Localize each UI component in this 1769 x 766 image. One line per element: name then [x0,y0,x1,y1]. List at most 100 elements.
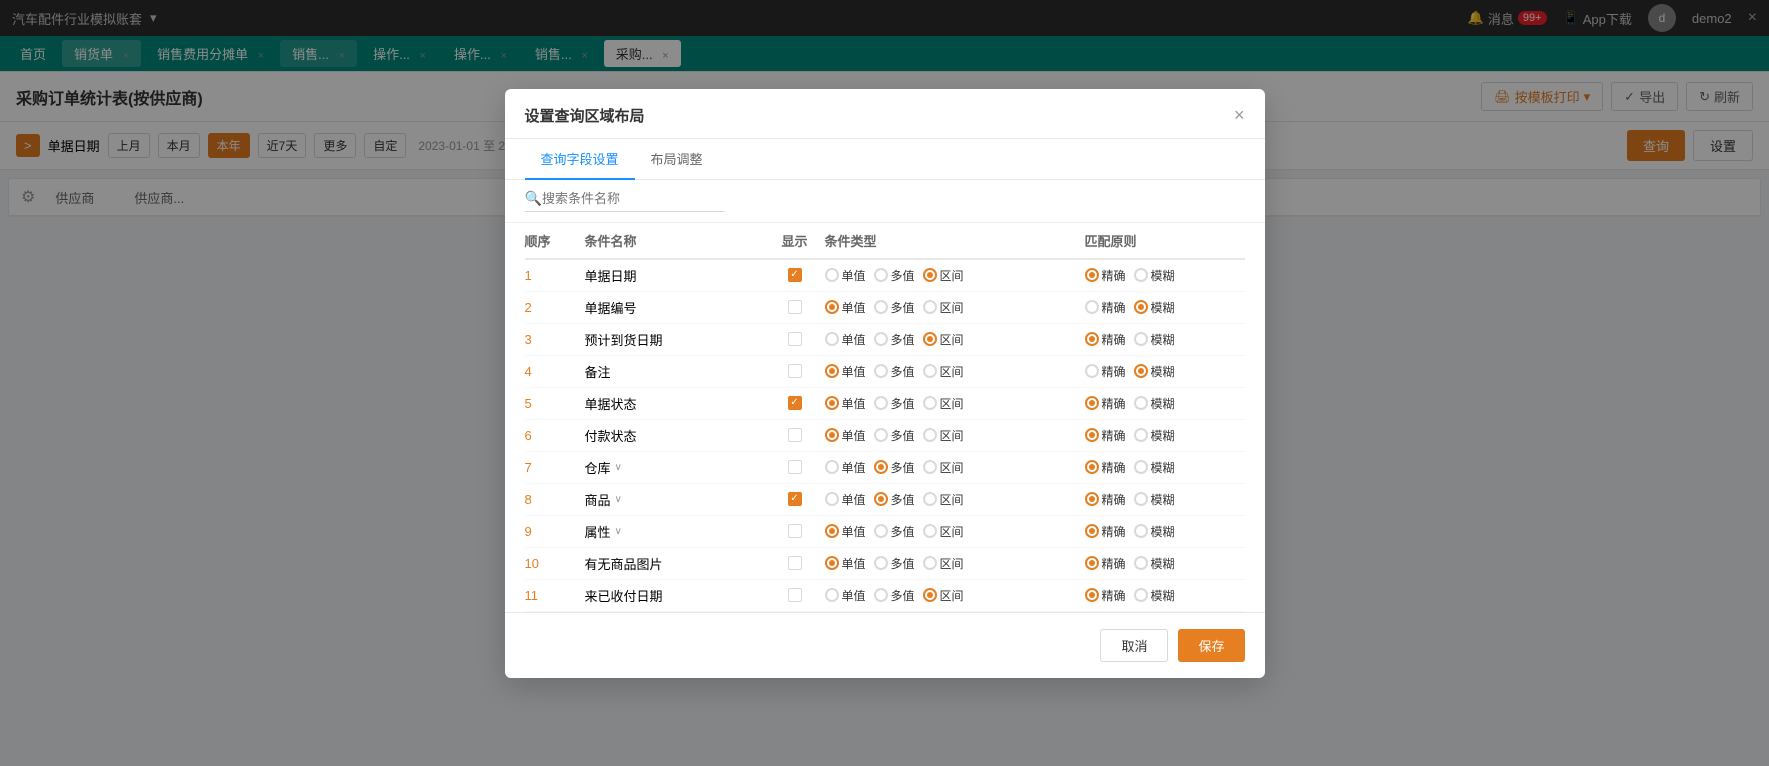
type-radio-item[interactable]: 区间 [923,363,964,380]
tab-layout-adjust[interactable]: 布局调整 [635,139,719,180]
match-radio-item[interactable]: 模糊 [1134,491,1175,508]
type-radio-item[interactable]: 多值 [874,299,915,316]
type-radio-item[interactable]: 多值 [874,555,915,572]
row-type: 单值多值区间 [825,555,1085,572]
radio-label: 单值 [842,555,866,572]
match-radio-item[interactable]: 模糊 [1134,587,1175,604]
match-radio-item[interactable]: 精确 [1085,299,1126,316]
search-input[interactable] [542,191,702,206]
table-header-row: 顺序 条件名称 显示 条件类型 匹配原则 [525,223,1245,260]
match-radio-item[interactable]: 模糊 [1134,395,1175,412]
display-checkbox[interactable] [788,428,802,442]
type-radio-group: 单值多值区间 [825,587,964,604]
type-radio-item[interactable]: 单值 [825,491,866,508]
type-radio-item[interactable]: 区间 [923,555,964,572]
row-match: 精确模糊 [1085,523,1265,540]
type-radio-item[interactable]: 多值 [874,331,915,348]
row-name: 预计到货日期 [585,330,765,349]
radio-label: 精确 [1102,555,1126,572]
display-checkbox[interactable] [788,364,802,378]
radio-label: 精确 [1102,523,1126,540]
display-checkbox[interactable] [788,268,802,282]
radio-label: 精确 [1102,331,1126,348]
match-radio-item[interactable]: 精确 [1085,459,1126,476]
radio-circle [1085,588,1099,602]
type-radio-item[interactable]: 多值 [874,459,915,476]
radio-label: 模糊 [1151,587,1175,604]
type-radio-item[interactable]: 区间 [923,523,964,540]
match-radio-item[interactable]: 精确 [1085,395,1126,412]
display-checkbox[interactable] [788,492,802,506]
match-radio-item[interactable]: 模糊 [1134,523,1175,540]
col-match: 匹配原则 [1085,231,1265,250]
row-order: 9 [525,524,585,539]
type-radio-item[interactable]: 区间 [923,459,964,476]
match-radio-item[interactable]: 模糊 [1134,427,1175,444]
type-radio-item[interactable]: 区间 [923,587,964,604]
dialog-close-button[interactable]: × [1234,106,1245,124]
type-radio-item[interactable]: 单值 [825,587,866,604]
type-radio-item[interactable]: 区间 [923,491,964,508]
display-checkbox[interactable] [788,524,802,538]
order-number: 2 [525,300,532,315]
tab-field-settings[interactable]: 查询字段设置 [525,139,635,180]
type-radio-item[interactable]: 多值 [874,363,915,380]
type-radio-item[interactable]: 区间 [923,395,964,412]
display-checkbox[interactable] [788,588,802,602]
match-radio-item[interactable]: 模糊 [1134,459,1175,476]
type-radio-item[interactable]: 区间 [923,267,964,284]
match-radio-item[interactable]: 精确 [1085,363,1126,380]
row-name: 来已收付日期 [585,586,765,605]
match-radio-item[interactable]: 模糊 [1134,555,1175,572]
match-radio-item[interactable]: 模糊 [1134,299,1175,316]
type-radio-item[interactable]: 单值 [825,363,866,380]
table-body: 1单据日期单值多值区间精确模糊2单据编号单值多值区间精确模糊3预计到货日期单值多… [525,260,1245,612]
radio-circle [1134,300,1148,314]
type-radio-item[interactable]: 多值 [874,587,915,604]
type-radio-item[interactable]: 区间 [923,299,964,316]
radio-label: 单值 [842,427,866,444]
dialog-header: 设置查询区域布局 × [505,89,1265,139]
match-radio-item[interactable]: 精确 [1085,267,1126,284]
match-radio-item[interactable]: 精确 [1085,491,1126,508]
type-radio-item[interactable]: 多值 [874,267,915,284]
type-radio-item[interactable]: 单值 [825,395,866,412]
save-button[interactable]: 保存 [1178,629,1244,662]
order-number: 11 [525,588,539,603]
type-radio-item[interactable]: 区间 [923,427,964,444]
radio-label: 区间 [940,427,964,444]
order-number: 4 [525,364,532,379]
display-checkbox[interactable] [788,332,802,346]
row-name: 仓库 ∨ [585,458,765,477]
display-checkbox[interactable] [788,396,802,410]
cancel-button[interactable]: 取消 [1100,629,1168,662]
radio-circle [825,364,839,378]
type-radio-item[interactable]: 单值 [825,331,866,348]
type-radio-item[interactable]: 多值 [874,395,915,412]
type-radio-item[interactable]: 单值 [825,459,866,476]
type-radio-item[interactable]: 单值 [825,427,866,444]
type-radio-item[interactable]: 多值 [874,427,915,444]
type-radio-item[interactable]: 单值 [825,267,866,284]
display-checkbox[interactable] [788,556,802,570]
row-type: 单值多值区间 [825,491,1085,508]
match-radio-item[interactable]: 精确 [1085,331,1126,348]
match-radio-item[interactable]: 模糊 [1134,331,1175,348]
type-radio-item[interactable]: 区间 [923,331,964,348]
display-checkbox[interactable] [788,300,802,314]
type-radio-item[interactable]: 单值 [825,299,866,316]
display-checkbox[interactable] [788,460,802,474]
match-radio-item[interactable]: 精确 [1085,555,1126,572]
radio-label: 精确 [1102,299,1126,316]
match-radio-item[interactable]: 模糊 [1134,267,1175,284]
match-radio-item[interactable]: 精确 [1085,427,1126,444]
match-radio-item[interactable]: 精确 [1085,587,1126,604]
type-radio-item[interactable]: 多值 [874,491,915,508]
type-radio-item[interactable]: 单值 [825,555,866,572]
type-radio-item[interactable]: 单值 [825,523,866,540]
type-radio-item[interactable]: 多值 [874,523,915,540]
radio-circle [923,556,937,570]
match-radio-item[interactable]: 模糊 [1134,363,1175,380]
type-radio-group: 单值多值区间 [825,267,964,284]
match-radio-item[interactable]: 精确 [1085,523,1126,540]
